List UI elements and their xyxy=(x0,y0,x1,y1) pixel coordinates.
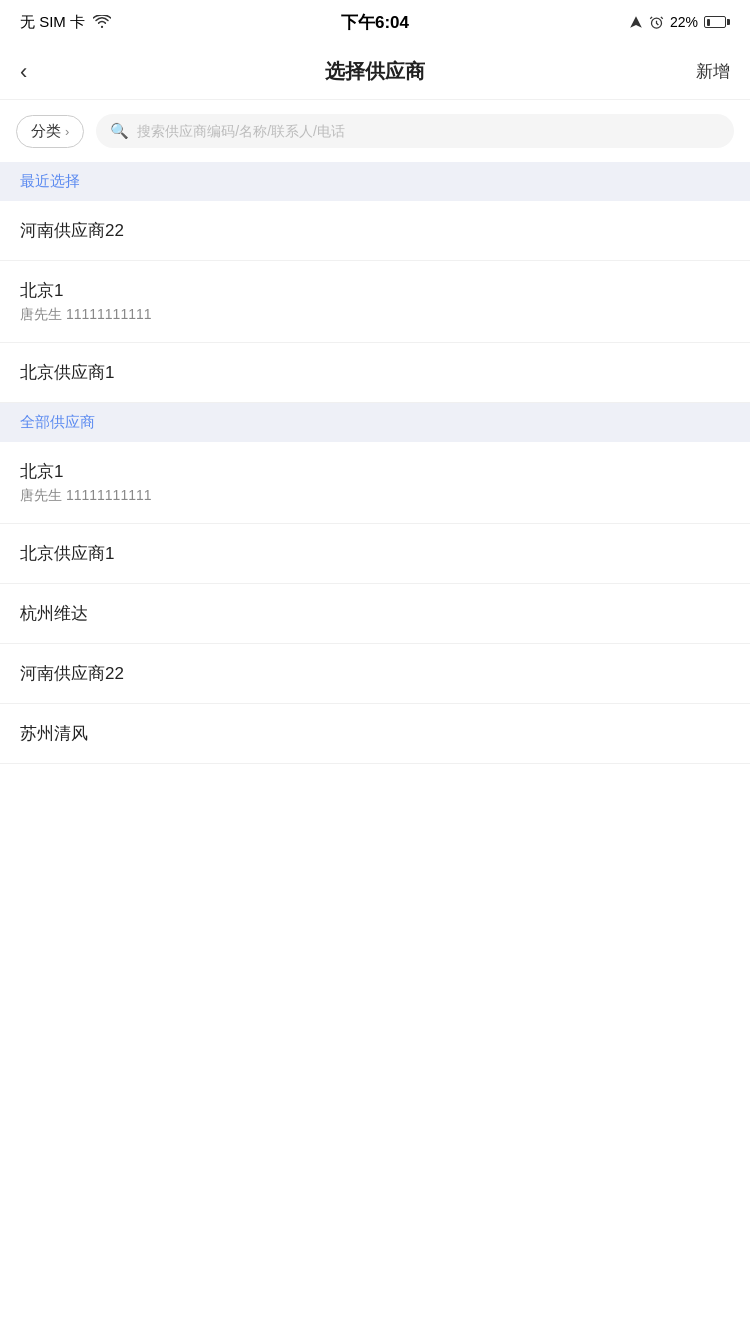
list-item[interactable]: 杭州维达 xyxy=(0,584,750,644)
status-time: 下午6:04 xyxy=(341,11,409,34)
search-input-wrap: 🔍 xyxy=(96,114,734,148)
recent-list: 河南供应商22 北京1 唐先生 11111111111 北京供应商1 xyxy=(0,201,750,403)
list-item[interactable]: 北京供应商1 xyxy=(0,343,750,403)
item-sub: 唐先生 11111111111 xyxy=(20,487,730,505)
item-name: 北京供应商1 xyxy=(20,361,730,384)
search-bar: 分类 › 🔍 xyxy=(0,100,750,162)
list-item[interactable]: 北京1 唐先生 11111111111 xyxy=(0,442,750,524)
category-button[interactable]: 分类 › xyxy=(16,115,84,148)
item-name: 苏州清风 xyxy=(20,722,730,745)
search-input[interactable] xyxy=(137,123,720,139)
status-right: 22% xyxy=(629,14,730,30)
nav-bar: ‹ 选择供应商 新增 xyxy=(0,44,750,100)
search-icon: 🔍 xyxy=(110,122,129,140)
list-item[interactable]: 北京供应商1 xyxy=(0,524,750,584)
sim-text: 无 SIM 卡 xyxy=(20,13,85,32)
page-title: 选择供应商 xyxy=(325,58,425,85)
alarm-icon xyxy=(649,15,664,30)
item-sub: 唐先生 11111111111 xyxy=(20,306,730,324)
status-left: 无 SIM 卡 xyxy=(20,13,111,32)
status-bar: 无 SIM 卡 下午6:04 22% xyxy=(0,0,750,44)
battery-text: 22% xyxy=(670,14,698,30)
battery-icon xyxy=(704,16,730,28)
add-button[interactable]: 新增 xyxy=(696,60,730,83)
category-label: 分类 xyxy=(31,122,61,141)
item-name: 河南供应商22 xyxy=(20,662,730,685)
all-list: 北京1 唐先生 11111111111 北京供应商1 杭州维达 河南供应商22 … xyxy=(0,442,750,764)
item-name: 河南供应商22 xyxy=(20,219,730,242)
back-button[interactable]: ‹ xyxy=(12,51,35,93)
chevron-right-icon: › xyxy=(65,124,69,139)
list-item[interactable]: 苏州清风 xyxy=(0,704,750,764)
recent-section-header: 最近选择 xyxy=(0,162,750,201)
all-section-header: 全部供应商 xyxy=(0,403,750,442)
location-icon xyxy=(629,15,643,29)
item-name: 北京1 xyxy=(20,279,730,302)
wifi-icon xyxy=(93,15,111,29)
item-name: 北京供应商1 xyxy=(20,542,730,565)
list-item[interactable]: 北京1 唐先生 11111111111 xyxy=(0,261,750,343)
item-name: 北京1 xyxy=(20,460,730,483)
list-item[interactable]: 河南供应商22 xyxy=(0,201,750,261)
item-name: 杭州维达 xyxy=(20,602,730,625)
list-item[interactable]: 河南供应商22 xyxy=(0,644,750,704)
